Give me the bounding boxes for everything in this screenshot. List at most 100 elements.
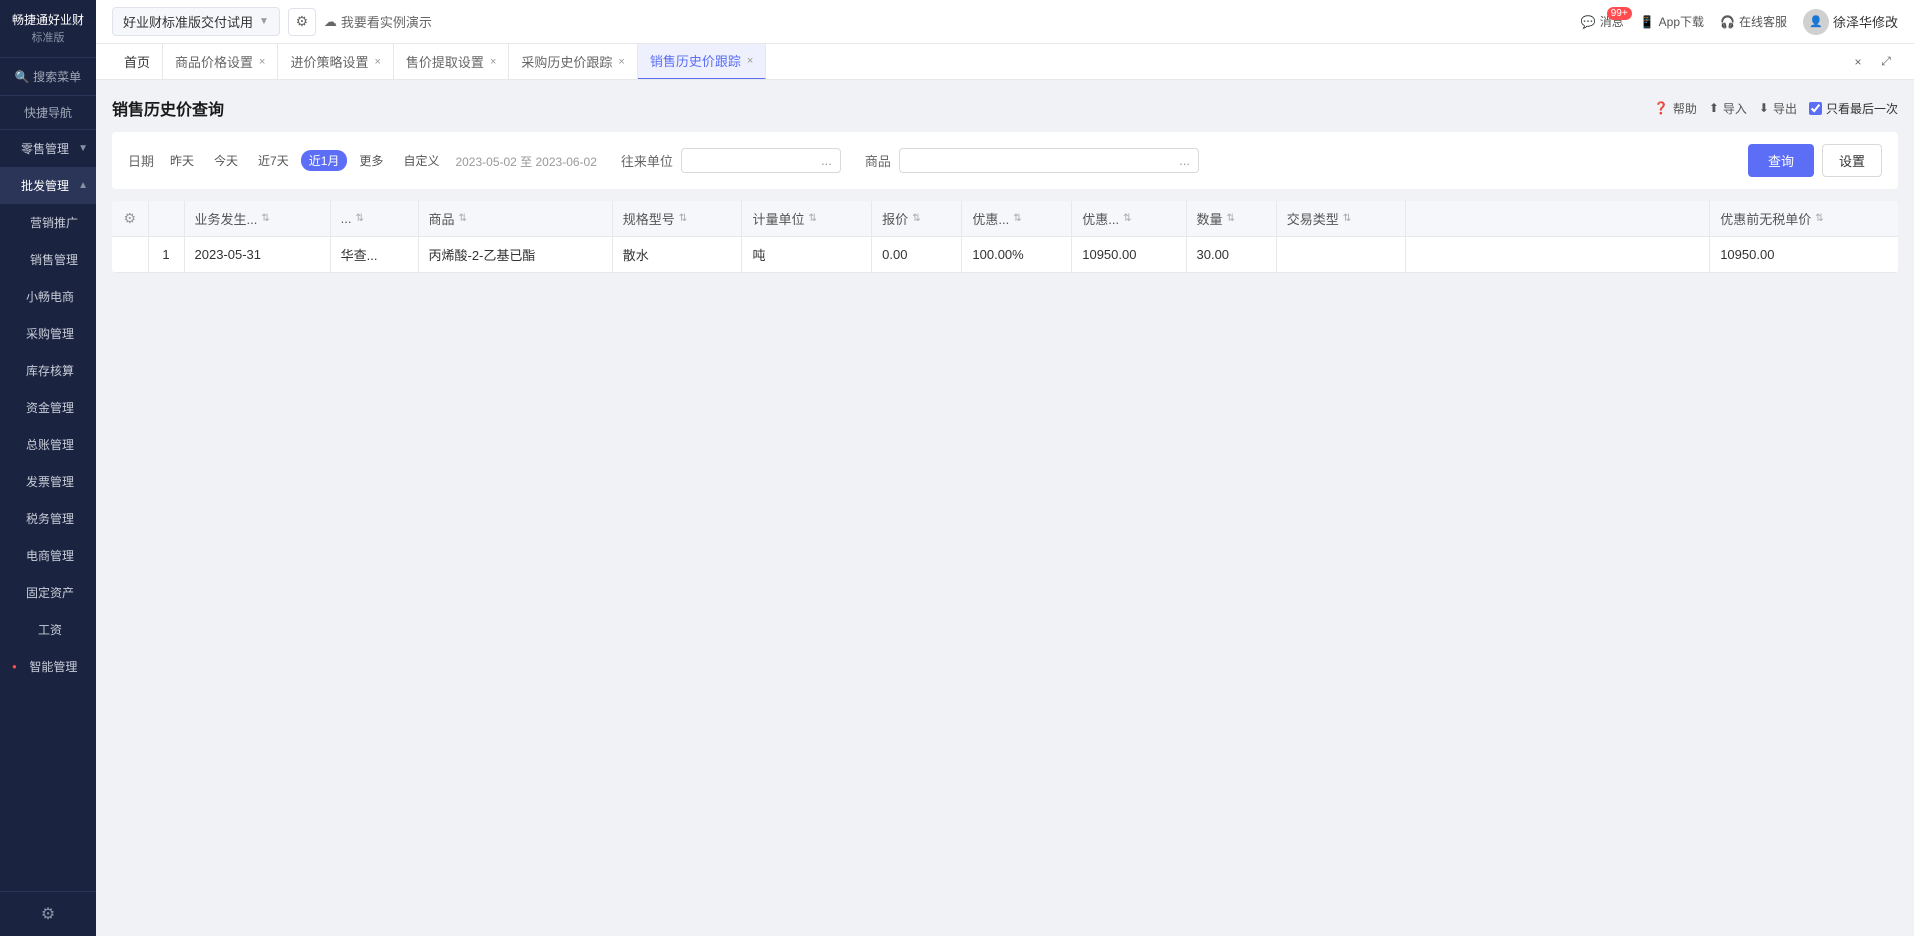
product-filter-label: 商品 — [865, 151, 891, 170]
sort-product-icon[interactable]: ⇅ — [459, 213, 467, 224]
window-expand-btn[interactable]: ⤢ — [1874, 50, 1898, 74]
sidebar-item-sales-mgmt[interactable]: 销售管理 — [0, 241, 96, 278]
date-opt-today[interactable]: 今天 — [206, 150, 246, 171]
th-business-date[interactable]: 业务发生... ⇅ — [184, 201, 330, 237]
sidebar-item-retail[interactable]: 零售管理 ▼ — [0, 130, 96, 167]
tab-purchase-history[interactable]: 采购历史价跟踪 × — [509, 44, 637, 80]
tab-purchase-strategy-close[interactable]: × — [374, 56, 380, 68]
product-settings-btn[interactable]: ⚙ — [288, 8, 316, 36]
th-discount2-label: 优惠... — [1082, 209, 1119, 228]
th-spacer — [1406, 201, 1710, 237]
date-opt-more[interactable]: 更多 — [351, 150, 391, 171]
date-opt-last1m[interactable]: 近1月 — [301, 150, 348, 171]
settings-button[interactable]: 设置 — [1822, 144, 1882, 177]
sidebar-item-ecommerce[interactable]: 小畅电商 — [0, 278, 96, 315]
sidebar-item-finance[interactable]: 资金管理 — [0, 389, 96, 426]
sidebar-item-invoice[interactable]: 发票管理 — [0, 463, 96, 500]
quick-nav-label: 快捷导航 — [24, 106, 72, 120]
sidebar-settings-btn[interactable]: ⚙ — [0, 891, 96, 936]
table-container: ⚙ 业务发生... ⇅ ... ⇅ — [112, 201, 1898, 273]
sort-more-icon[interactable]: ⇅ — [356, 213, 364, 224]
marketing-label: 营销推广 — [20, 214, 88, 231]
td-pretax-price: 10950.00 — [1710, 237, 1898, 273]
purchase-label: 采购管理 — [12, 325, 88, 342]
tab-home[interactable]: 首页 — [112, 44, 163, 80]
sort-business-date-icon[interactable]: ⇅ — [261, 213, 269, 224]
th-pretax-price[interactable]: 优惠前无税单价 ⇅ — [1710, 201, 1898, 237]
th-discount1[interactable]: 优惠... ⇅ — [962, 201, 1072, 237]
wholesale-arrow-icon: ▲ — [78, 180, 88, 191]
td-settings — [112, 237, 148, 273]
td-quantity: 30.00 — [1186, 237, 1276, 273]
sort-discount1-icon[interactable]: ⇅ — [1013, 213, 1021, 224]
product-filter: 商品 ... — [865, 148, 1199, 173]
tab-sale-price-extract[interactable]: 售价提取设置 × — [394, 44, 509, 80]
tab-price-settings[interactable]: 商品价格设置 × — [163, 44, 278, 80]
import-icon: ⬆ — [1709, 101, 1719, 115]
th-trade-type[interactable]: 交易类型 ⇅ — [1276, 201, 1406, 237]
sidebar-item-marketing[interactable]: 营销推广 — [0, 204, 96, 241]
date-opt-last7[interactable]: 近7天 — [250, 150, 297, 171]
column-settings-icon[interactable]: ⚙ — [123, 210, 136, 226]
date-opt-yesterday[interactable]: 昨天 — [162, 150, 202, 171]
sort-discount2-icon[interactable]: ⇅ — [1123, 213, 1131, 224]
sidebar-item-wholesale[interactable]: 批发管理 ▲ — [0, 167, 96, 204]
date-opt-custom[interactable]: 自定义 — [395, 150, 447, 171]
td-more: 华查... — [330, 237, 418, 273]
th-spec[interactable]: 规格型号 ⇅ — [612, 201, 742, 237]
th-discount2[interactable]: 优惠... ⇅ — [1072, 201, 1186, 237]
tab-sale-price-extract-label: 售价提取设置 — [406, 52, 484, 71]
td-discount1: 100.00% — [962, 237, 1072, 273]
expand-icon: ⤢ — [1881, 54, 1891, 69]
sort-spec-icon[interactable]: ⇅ — [679, 213, 687, 224]
filter-section: 日期 昨天 今天 近7天 近1月 更多 自定义 2023-05-02 至 202… — [112, 132, 1898, 189]
messages-btn[interactable]: 💬 消息 99+ — [1581, 13, 1624, 30]
th-quantity[interactable]: 数量 ⇅ — [1186, 201, 1276, 237]
sidebar-quick-nav[interactable]: 快捷导航 — [0, 96, 96, 130]
last-only-checkbox[interactable] — [1809, 102, 1822, 115]
tab-sales-history[interactable]: 销售历史价跟踪 × — [638, 44, 766, 80]
tab-sale-price-extract-close[interactable]: × — [490, 56, 496, 68]
tab-purchase-strategy[interactable]: 进价策略设置 × — [278, 44, 393, 80]
th-trade-type-label: 交易类型 — [1287, 209, 1339, 228]
sidebar-search[interactable]: 🔍 搜索菜单 — [0, 58, 96, 96]
th-unit[interactable]: 计量单位 ⇅ — [742, 201, 872, 237]
app-download-btn[interactable]: 📱 App下载 — [1640, 13, 1704, 30]
sidebar-item-ledger[interactable]: 总账管理 — [0, 426, 96, 463]
product-selector[interactable]: 好业财标准版交付试用 ▼ — [112, 7, 280, 36]
source-unit-input[interactable]: ... — [681, 148, 841, 173]
help-btn[interactable]: ❓ 帮助 — [1654, 100, 1697, 117]
export-btn[interactable]: ⬇ 导出 — [1759, 100, 1797, 117]
last-only-checkbox-label[interactable]: 只看最后一次 — [1809, 100, 1898, 117]
product-input[interactable]: ... — [899, 148, 1199, 173]
sidebar-item-fixed-assets[interactable]: 固定资产 — [0, 574, 96, 611]
th-more[interactable]: ... ⇅ — [330, 201, 418, 237]
sidebar-item-payroll[interactable]: 工资 — [0, 611, 96, 648]
demo-link[interactable]: ☁ 我要看实例演示 — [324, 12, 432, 31]
sort-unit-icon[interactable]: ⇅ — [808, 213, 816, 224]
tab-sales-history-close[interactable]: × — [747, 55, 753, 67]
sidebar-item-inventory[interactable]: 库存核算 — [0, 352, 96, 389]
tab-price-settings-close[interactable]: × — [259, 56, 265, 68]
th-price[interactable]: 报价 ⇅ — [872, 201, 962, 237]
sidebar-item-smart-mgmt[interactable]: 智能管理 — [0, 648, 96, 685]
sort-trade-type-icon[interactable]: ⇅ — [1343, 213, 1351, 224]
sort-pretax-price-icon[interactable]: ⇅ — [1815, 213, 1823, 224]
sort-price-icon[interactable]: ⇅ — [912, 213, 920, 224]
th-unit-label: 计量单位 — [752, 209, 804, 228]
sidebar-item-ecom-mgmt[interactable]: 电商管理 — [0, 537, 96, 574]
sidebar-item-tax[interactable]: 税务管理 — [0, 500, 96, 537]
headset-icon: 🎧 — [1720, 15, 1735, 29]
th-product[interactable]: 商品 ⇅ — [418, 201, 612, 237]
window-close-btn[interactable]: × — [1846, 50, 1870, 74]
settings-icon: ⚙ — [41, 906, 55, 923]
query-button[interactable]: 查询 — [1748, 144, 1814, 177]
import-btn[interactable]: ⬆ 导入 — [1709, 100, 1747, 117]
date-range: 2023-05-02 至 2023-06-02 — [455, 153, 596, 170]
sidebar-item-purchase[interactable]: 采购管理 — [0, 315, 96, 352]
sort-quantity-icon[interactable]: ⇅ — [1227, 213, 1235, 224]
online-service-btn[interactable]: 🎧 在线客服 — [1720, 13, 1787, 30]
user-info[interactable]: 👤 徐泽华修改 — [1803, 9, 1898, 35]
tab-purchase-history-close[interactable]: × — [618, 56, 624, 68]
th-settings[interactable]: ⚙ — [112, 201, 148, 237]
